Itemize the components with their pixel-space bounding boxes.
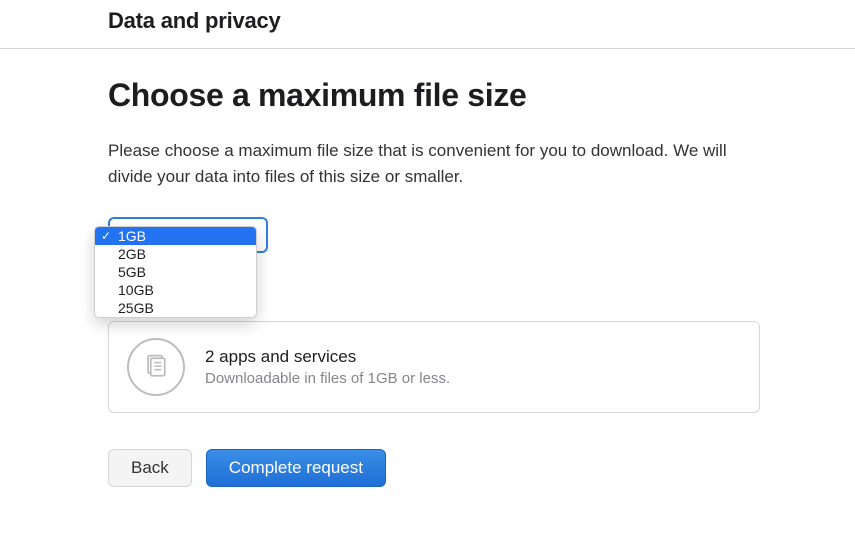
dropdown-option-1gb[interactable]: 1GB xyxy=(95,227,256,245)
summary-subtitle: Downloadable in files of 1GB or less. xyxy=(205,370,450,387)
dropdown-option-5gb[interactable]: 5GB xyxy=(95,263,256,281)
page-header: Data and privacy xyxy=(0,0,855,49)
complete-request-button[interactable]: Complete request xyxy=(206,449,386,487)
dropdown-option-25gb[interactable]: 25GB xyxy=(95,299,256,317)
dropdown-option-10gb[interactable]: 10GB xyxy=(95,281,256,299)
file-size-dropdown: 1GB 2GB 5GB 10GB 25GB xyxy=(94,226,257,318)
header-title: Data and privacy xyxy=(108,8,855,34)
document-stack-icon xyxy=(127,338,185,396)
summary-card: 2 apps and services Downloadable in file… xyxy=(108,321,760,413)
back-button[interactable]: Back xyxy=(108,449,192,487)
page-description: Please choose a maximum file size that i… xyxy=(108,138,748,189)
page-heading: Choose a maximum file size xyxy=(108,77,760,114)
dropdown-option-2gb[interactable]: 2GB xyxy=(95,245,256,263)
summary-title: 2 apps and services xyxy=(205,347,450,367)
